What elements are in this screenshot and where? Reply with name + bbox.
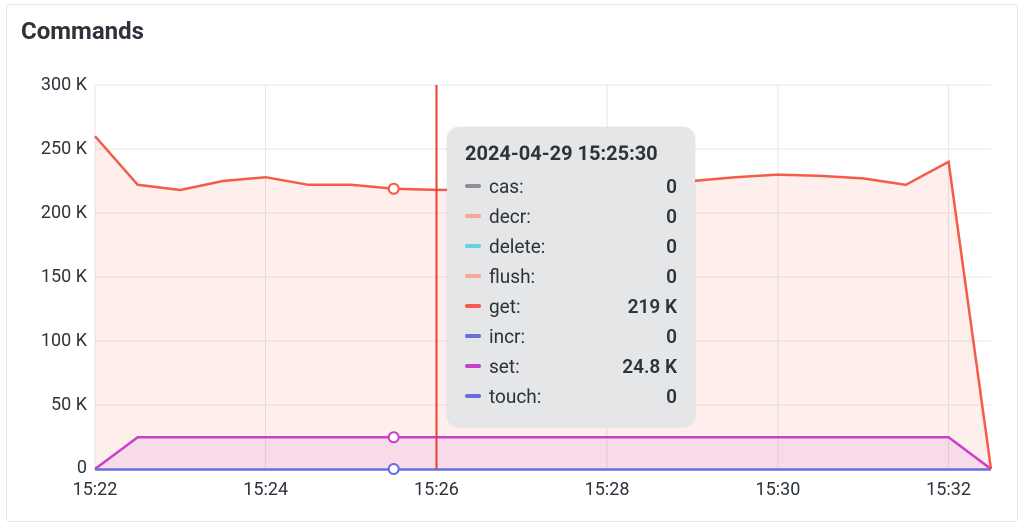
tooltip-value: 24.8 K	[622, 355, 677, 378]
chart-tooltip: 2024-04-29 15:25:30 cas: 0 decr: 0 delet…	[447, 127, 695, 427]
svg-text:15:24: 15:24	[243, 479, 288, 500]
legend-swatch	[465, 244, 481, 248]
page-title: Commands	[21, 17, 144, 45]
tooltip-row-cas: cas: 0	[465, 171, 677, 201]
tooltip-row-incr: incr: 0	[465, 321, 677, 351]
tooltip-label: flush:	[489, 265, 535, 288]
tooltip-value: 0	[666, 265, 677, 288]
tooltip-row-flush: flush: 0	[465, 261, 677, 291]
svg-text:150 K: 150 K	[41, 266, 88, 287]
legend-swatch	[465, 274, 481, 278]
legend-swatch	[465, 214, 481, 218]
commands-panel: Commands 0	[6, 4, 1018, 522]
tooltip-row-delete: delete: 0	[465, 231, 677, 261]
tooltip-row-decr: decr: 0	[465, 201, 677, 231]
legend-swatch	[465, 184, 481, 188]
tooltip-row-get: get: 219 K	[465, 291, 677, 321]
y-axis: 0 50 K 100 K 150 K 200 K 250 K 300 K	[41, 75, 88, 478]
tooltip-row-touch: touch: 0	[465, 381, 677, 411]
tooltip-timestamp: 2024-04-29 15:25:30	[465, 141, 677, 165]
marker-get	[389, 184, 399, 194]
tooltip-label: delete:	[489, 235, 545, 258]
tooltip-row-set: set: 24.8 K	[465, 351, 677, 381]
svg-text:50 K: 50 K	[51, 394, 88, 415]
tooltip-value: 219 K	[628, 295, 677, 318]
tooltip-value: 0	[666, 325, 677, 348]
legend-swatch	[465, 394, 481, 398]
tooltip-label: incr:	[489, 325, 525, 348]
svg-text:15:28: 15:28	[585, 479, 630, 500]
svg-text:100 K: 100 K	[41, 330, 88, 351]
tooltip-value: 0	[666, 205, 677, 228]
legend-swatch	[465, 364, 481, 368]
svg-text:300 K: 300 K	[41, 75, 88, 95]
tooltip-value: 0	[666, 385, 677, 408]
svg-text:15:22: 15:22	[73, 479, 118, 500]
svg-text:15:32: 15:32	[926, 479, 971, 500]
svg-text:15:30: 15:30	[755, 479, 800, 500]
tooltip-label: set:	[489, 355, 520, 378]
legend-swatch	[465, 334, 481, 338]
svg-text:250 K: 250 K	[41, 138, 88, 159]
tooltip-value: 0	[666, 175, 677, 198]
x-axis: 15:22 15:24 15:26 15:28 15:30 15:32	[73, 479, 971, 500]
series-set-fill	[95, 437, 991, 469]
tooltip-value: 0	[666, 235, 677, 258]
svg-text:15:26: 15:26	[414, 479, 459, 500]
tooltip-label: touch:	[489, 385, 541, 408]
marker-set	[389, 432, 399, 442]
svg-text:0: 0	[77, 457, 87, 478]
tooltip-label: decr:	[489, 205, 531, 228]
marker-zero	[389, 464, 399, 474]
tooltip-label: cas:	[489, 175, 524, 198]
tooltip-label: get:	[489, 295, 521, 318]
legend-swatch	[465, 304, 481, 308]
svg-text:200 K: 200 K	[41, 202, 88, 223]
